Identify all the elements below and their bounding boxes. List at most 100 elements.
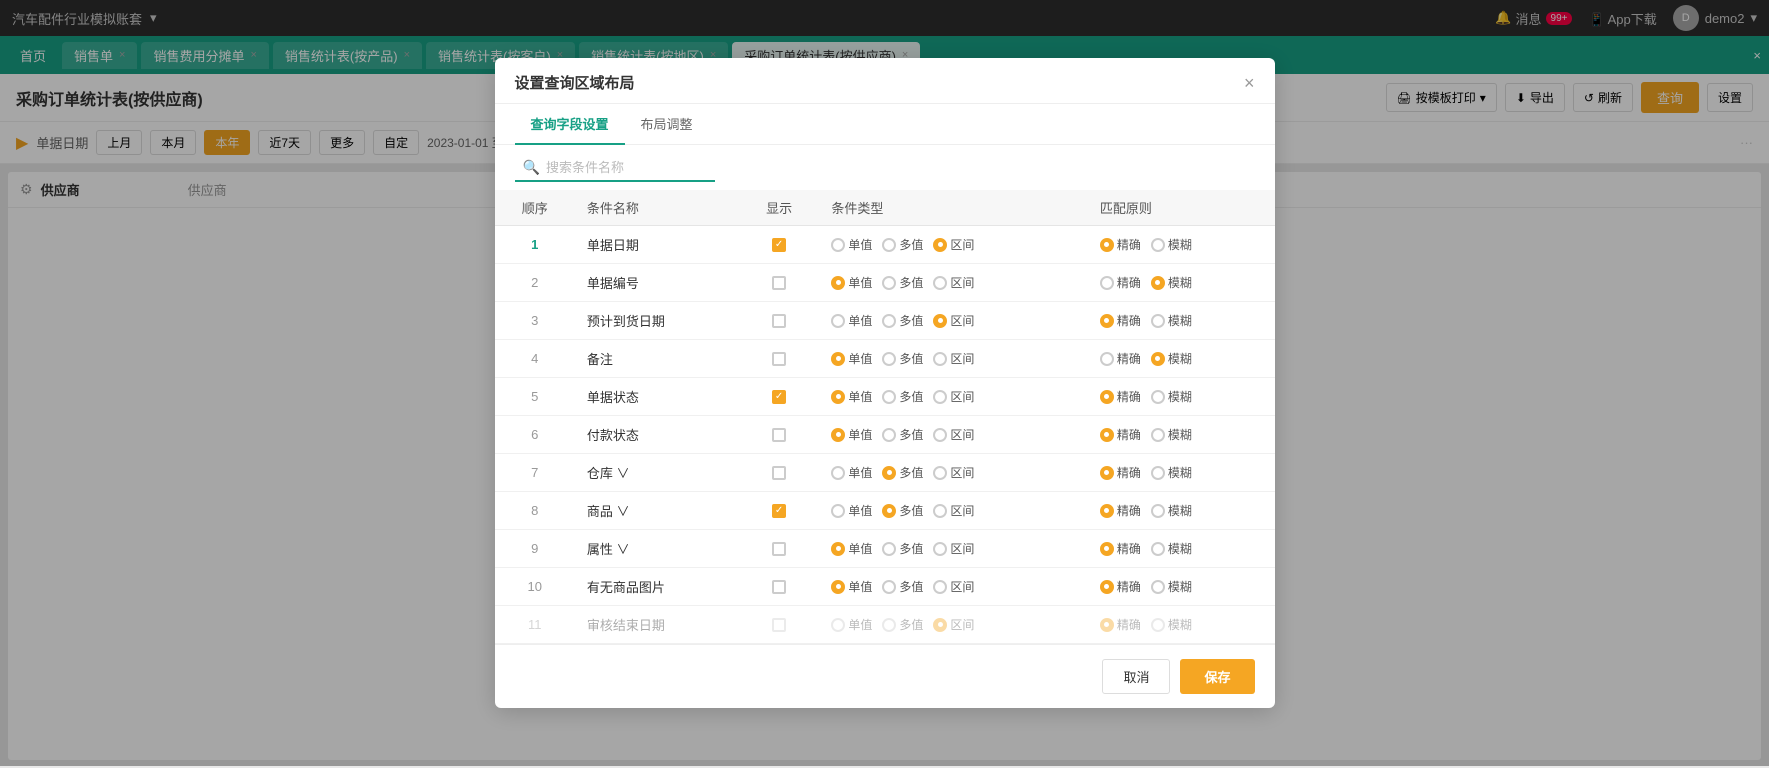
type-radio-区间-1[interactable]: 区间 (933, 274, 974, 291)
display-checkbox-wrap (751, 580, 807, 594)
display-checkbox-8[interactable] (772, 542, 786, 556)
display-checkbox-9[interactable] (772, 580, 786, 594)
table-cell-type: 单值 多值 区间 (819, 606, 1088, 644)
type-radio-区间-2[interactable]: 区间 (933, 312, 974, 329)
match-radio-模糊-2[interactable]: 模糊 (1151, 312, 1192, 329)
type-radio-单值-5[interactable]: 单值 (831, 426, 872, 443)
match-radio-模糊-7[interactable]: 模糊 (1151, 502, 1192, 519)
type-radio-多值-5[interactable]: 多值 (882, 426, 923, 443)
match-radio-精确-3[interactable]: 精确 (1100, 350, 1141, 367)
radio-label-单值-9: 单值 (848, 578, 872, 595)
display-checkbox-10[interactable] (772, 618, 786, 632)
display-checkbox-5[interactable] (772, 428, 786, 442)
table-cell-name: 预计到货日期 (575, 302, 739, 340)
match-radio-模糊-5[interactable]: 模糊 (1151, 426, 1192, 443)
type-radio-单值-10[interactable]: 单值 (831, 616, 872, 633)
cancel-button[interactable]: 取消 (1102, 659, 1170, 694)
type-radio-单值-1[interactable]: 单值 (831, 274, 872, 291)
table-cell-display (739, 416, 819, 454)
save-button[interactable]: 保存 (1180, 659, 1254, 694)
radio-label-区间-9: 区间 (950, 578, 974, 595)
type-radio-区间-6[interactable]: 区间 (933, 464, 974, 481)
type-radio-区间-9[interactable]: 区间 (933, 578, 974, 595)
display-checkbox-1[interactable] (772, 276, 786, 290)
match-radio-精确-0[interactable]: 精确 (1100, 236, 1141, 253)
radio-label-单值-7: 单值 (848, 502, 872, 519)
th-name: 条件名称 (575, 190, 739, 226)
match-radio-模糊-10[interactable]: 模糊 (1151, 616, 1192, 633)
match-radio-模糊-8[interactable]: 模糊 (1151, 540, 1192, 557)
table-cell-order: 6 (495, 416, 575, 454)
type-radio-单值-7[interactable]: 单值 (831, 502, 872, 519)
match-radio-精确-2[interactable]: 精确 (1100, 312, 1141, 329)
match-radio-group-6: 精确 模糊 (1100, 464, 1263, 481)
radio-label-多值-4: 多值 (899, 388, 923, 405)
display-checkbox-6[interactable] (772, 466, 786, 480)
type-radio-区间-0[interactable]: 区间 (933, 236, 974, 253)
match-radio-精确-5[interactable]: 精确 (1100, 426, 1141, 443)
type-radio-单值-9[interactable]: 单值 (831, 578, 872, 595)
match-radio-精确-9[interactable]: 精确 (1100, 578, 1141, 595)
type-radio-区间-7[interactable]: 区间 (933, 502, 974, 519)
display-checkbox-3[interactable] (772, 352, 786, 366)
match-radio-模糊-0[interactable]: 模糊 (1151, 236, 1192, 253)
type-radio-多值-7[interactable]: 多值 (882, 502, 923, 519)
modal-close-btn[interactable]: × (1244, 74, 1255, 92)
match-radio-group-4: 精确 模糊 (1100, 388, 1263, 405)
type-radio-单值-3[interactable]: 单值 (831, 350, 872, 367)
type-radio-区间-4[interactable]: 区间 (933, 388, 974, 405)
type-radio-区间-5[interactable]: 区间 (933, 426, 974, 443)
type-radio-多值-1[interactable]: 多值 (882, 274, 923, 291)
match-radio-模糊-6[interactable]: 模糊 (1151, 464, 1192, 481)
tab-layout-adjust[interactable]: 布局调整 (625, 104, 709, 145)
match-radio-精确-10[interactable]: 精确 (1100, 616, 1141, 633)
type-radio-单值-2[interactable]: 单值 (831, 312, 872, 329)
table-cell-display (739, 530, 819, 568)
type-radio-多值-8[interactable]: 多值 (882, 540, 923, 557)
match-radio-精确-6[interactable]: 精确 (1100, 464, 1141, 481)
row-order: 10 (527, 579, 541, 594)
type-radio-多值-3[interactable]: 多值 (882, 350, 923, 367)
row-name: 单据编号 (587, 276, 639, 291)
table-row: 11审核结束日期 单值 多值 区间 精确 模糊 (495, 606, 1275, 644)
radio-label-多值-7: 多值 (899, 502, 923, 519)
type-radio-单值-4[interactable]: 单值 (831, 388, 872, 405)
radio-circle-单值-4 (831, 390, 845, 404)
type-radio-多值-0[interactable]: 多值 (882, 236, 923, 253)
match-radio-模糊-4[interactable]: 模糊 (1151, 388, 1192, 405)
match-radio-精确-8[interactable]: 精确 (1100, 540, 1141, 557)
radio-circle-多值-3 (882, 352, 896, 366)
type-radio-区间-8[interactable]: 区间 (933, 540, 974, 557)
radio-label-单值-1: 单值 (848, 274, 872, 291)
match-radio-精确-4[interactable]: 精确 (1100, 388, 1141, 405)
radio-label-多值-1: 多值 (899, 274, 923, 291)
type-radio-多值-4[interactable]: 多值 (882, 388, 923, 405)
type-radio-单值-6[interactable]: 单值 (831, 464, 872, 481)
match-radio-模糊-3[interactable]: 模糊 (1151, 350, 1192, 367)
radio-label-多值-5: 多值 (899, 426, 923, 443)
match-radio-模糊-1[interactable]: 模糊 (1151, 274, 1192, 291)
display-checkbox-4[interactable] (772, 390, 786, 404)
type-radio-多值-2[interactable]: 多值 (882, 312, 923, 329)
radio-label-多值-8: 多值 (899, 540, 923, 557)
match-radio-精确-7[interactable]: 精确 (1100, 502, 1141, 519)
type-radio-区间-10[interactable]: 区间 (933, 616, 974, 633)
table-cell-match: 精确 模糊 (1088, 530, 1275, 568)
tab-query-fields[interactable]: 查询字段设置 (515, 104, 625, 145)
match-radio-精确-1[interactable]: 精确 (1100, 274, 1141, 291)
radio-label-区间-3: 区间 (950, 350, 974, 367)
table-cell-order: 5 (495, 378, 575, 416)
match-radio-模糊-9[interactable]: 模糊 (1151, 578, 1192, 595)
type-radio-多值-6[interactable]: 多值 (882, 464, 923, 481)
display-checkbox-2[interactable] (772, 314, 786, 328)
display-checkbox-0[interactable] (772, 238, 786, 252)
search-input[interactable] (546, 160, 706, 175)
type-radio-区间-3[interactable]: 区间 (933, 350, 974, 367)
type-radio-单值-0[interactable]: 单值 (831, 236, 872, 253)
display-checkbox-7[interactable] (772, 504, 786, 518)
type-radio-多值-10[interactable]: 多值 (882, 616, 923, 633)
type-radio-单值-8[interactable]: 单值 (831, 540, 872, 557)
match-radio-label-模糊-6: 模糊 (1168, 464, 1192, 481)
match-radio-label-精确-5: 精确 (1117, 426, 1141, 443)
type-radio-多值-9[interactable]: 多值 (882, 578, 923, 595)
